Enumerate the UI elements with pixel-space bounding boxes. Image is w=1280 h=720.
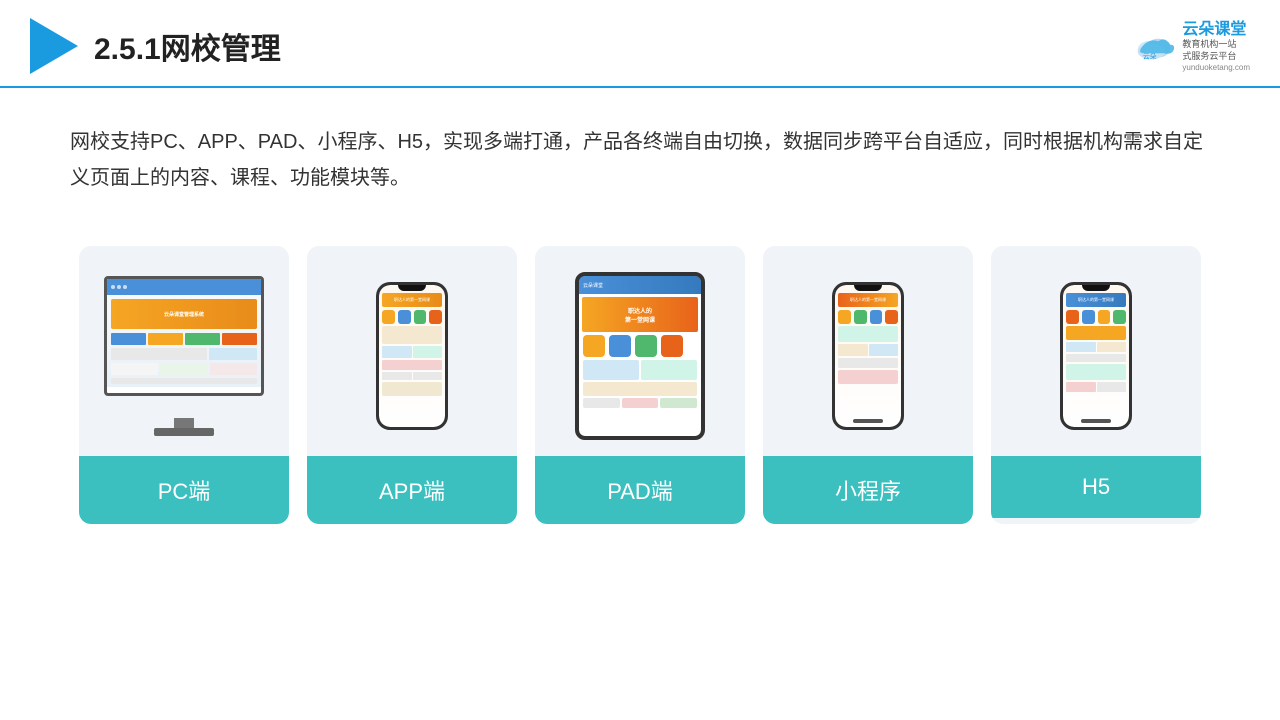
app-img-area: 职达人的第一堂网课 — [307, 246, 517, 456]
svg-text:云朵: 云朵 — [1143, 52, 1157, 60]
miniprogram-card: 职达人的第一堂网课 — [763, 246, 973, 524]
h5-phone: 职达人的第一堂网课 — [1060, 282, 1132, 430]
h5-card: 职达人的第一堂网课 — [991, 246, 1201, 524]
pc-monitor: 云朵课堂管理系统 — [99, 276, 269, 436]
pad-label: PAD端 — [535, 456, 745, 524]
app-label: APP端 — [307, 456, 517, 524]
miniprogram-label: 小程序 — [763, 456, 973, 524]
header: 2.5.1网校管理 云朵 云朵课堂 教育机构一站 式服务云平台 yunduoke… — [0, 0, 1280, 88]
pc-img-area: 云朵课堂管理系统 — [79, 246, 289, 456]
miniprogram-img-area: 职达人的第一堂网课 — [763, 246, 973, 456]
logo-triangle-icon — [30, 18, 78, 74]
cloud-logo-icon: 云朵 — [1132, 31, 1176, 61]
header-left: 2.5.1网校管理 — [30, 18, 281, 74]
pc-label: PC端 — [79, 456, 289, 524]
h5-label: H5 — [991, 456, 1201, 518]
app-card: 职达人的第一堂网课 — [307, 246, 517, 524]
description-text: 网校支持PC、APP、PAD、小程序、H5，实现多端打通，产品各终端自由切换，数… — [0, 88, 1280, 216]
brand-text: 云朵课堂 教育机构一站 式服务云平台 yunduoketang.com — [1182, 20, 1250, 72]
h5-img-area: 职达人的第一堂网课 — [991, 246, 1201, 456]
header-right: 云朵 云朵课堂 教育机构一站 式服务云平台 yunduoketang.com — [1132, 20, 1250, 72]
brand-url: yunduoketang.com — [1182, 63, 1250, 72]
brand-name: 云朵课堂 — [1182, 20, 1246, 39]
pad-img-area: 云朵课堂 职达人的第一堂网课 — [535, 246, 745, 456]
brand-tagline: 教育机构一站 式服务云平台 — [1182, 39, 1236, 62]
monitor-screen: 云朵课堂管理系统 — [104, 276, 264, 396]
pad-card: 云朵课堂 职达人的第一堂网课 — [535, 246, 745, 524]
pad-tablet: 云朵课堂 职达人的第一堂网课 — [575, 272, 705, 440]
brand-logo: 云朵 云朵课堂 教育机构一站 式服务云平台 yunduoketang.com — [1132, 20, 1250, 72]
cards-section: 云朵课堂管理系统 — [0, 216, 1280, 524]
page-title: 2.5.1网校管理 — [94, 24, 281, 68]
pc-card: 云朵课堂管理系统 — [79, 246, 289, 524]
app-phone: 职达人的第一堂网课 — [376, 282, 448, 430]
miniprogram-phone: 职达人的第一堂网课 — [832, 282, 904, 430]
